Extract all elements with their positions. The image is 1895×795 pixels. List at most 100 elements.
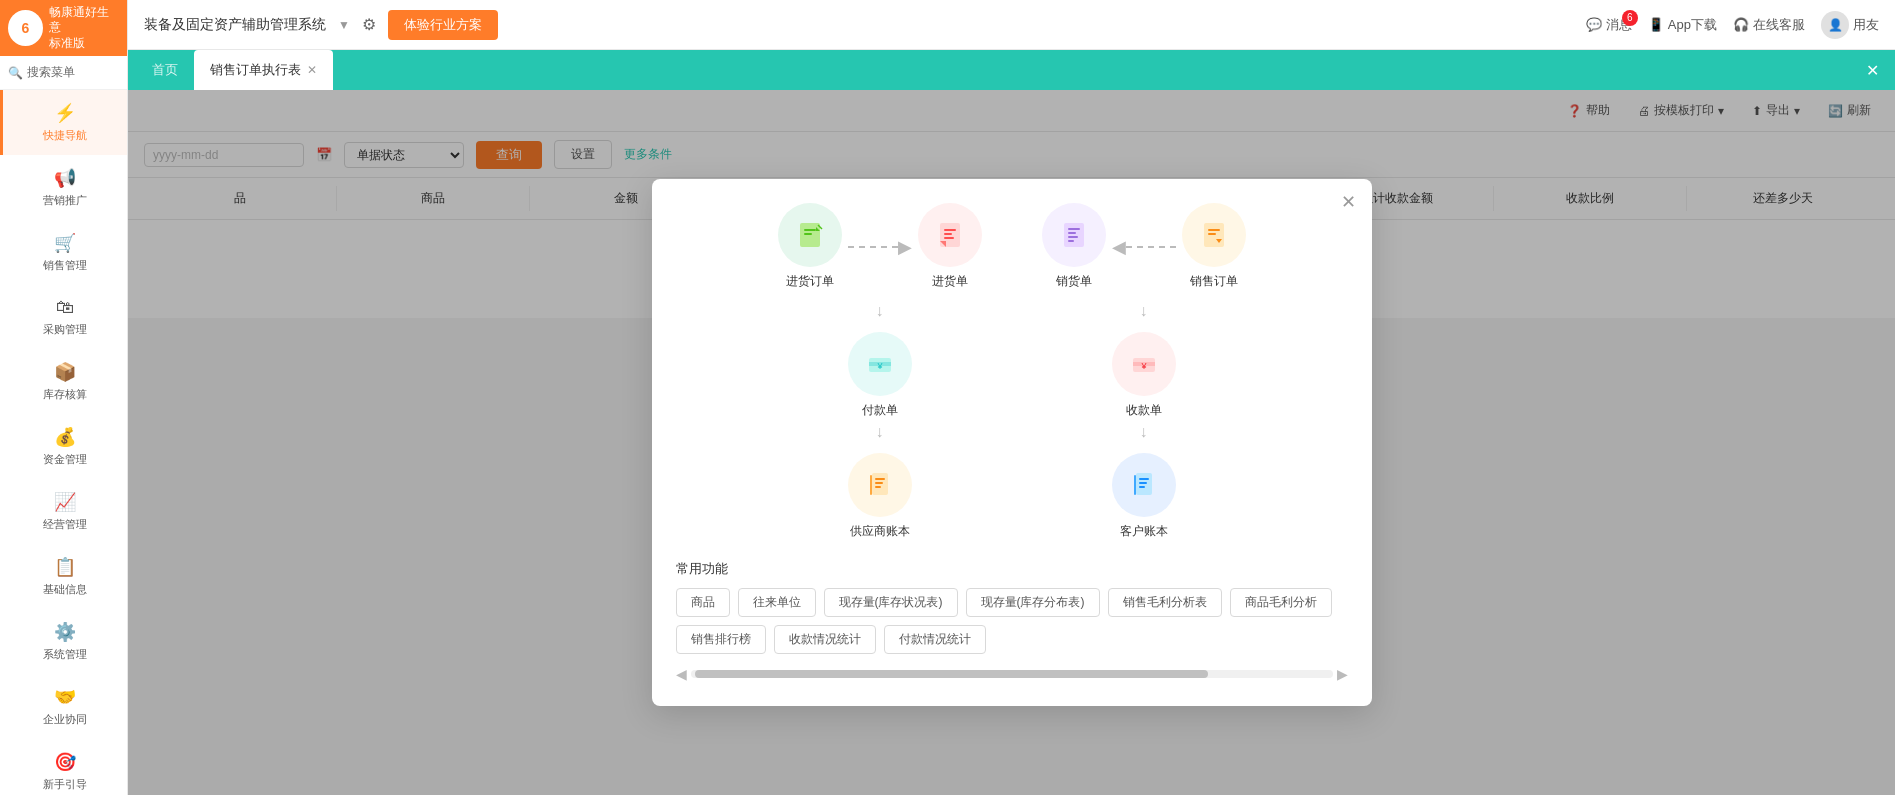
node-receipt[interactable]: ¥ 收款单 [1112,332,1176,419]
sidebar-logo: 6 畅康通好生意 标准版 [0,0,127,56]
modal-scrollbar: ◀ ▶ [676,666,1348,682]
purchase-order-label: 进货订单 [786,273,834,290]
svg-rect-18 [1068,236,1078,238]
avatar: 👤 [1821,11,1849,39]
func-btn-product[interactable]: 商品 [676,588,730,617]
sidebar-item-sales[interactable]: 🛒 销售管理 [0,220,127,285]
sidebar-item-system[interactable]: ⚙️ 系统管理 [0,609,127,674]
svg-rect-21 [1208,229,1220,231]
online-service-button[interactable]: 🎧 在线客服 [1733,16,1805,34]
user-profile[interactable]: 👤 用友 [1821,11,1879,39]
svg-rect-12 [875,482,883,484]
finance-icon: 💰 [54,426,76,448]
supplier-ledger-label: 供应商账本 [850,523,910,540]
func-btn-sales-rank[interactable]: 销售排行榜 [676,625,766,654]
sidebar-item-quicknav[interactable]: ⚡ 快捷导航 [0,90,127,155]
svg-rect-6 [944,237,954,239]
logo-text: 畅康通好生意 标准版 [49,5,119,52]
node-purchase-order[interactable]: 进货订单 [778,203,842,290]
sidebar-item-basicinfo[interactable]: 📋 基础信息 [0,544,127,609]
payment-circle: ¥ [848,332,912,396]
flow-row-top-right: 销货单 ◀ [1042,203,1246,290]
scroll-right-icon[interactable]: ▶ [1337,666,1348,682]
message-badge: 6 [1622,10,1638,26]
trial-button[interactable]: 体验行业方案 [388,10,498,40]
sales-icon: 🛒 [54,232,76,254]
svg-rect-13 [875,486,881,488]
modal-overlay[interactable]: ✕ [128,90,1895,795]
node-customer-ledger[interactable]: 客户账本 [1112,453,1176,540]
func-btn-product-profit[interactable]: 商品毛利分析 [1230,588,1332,617]
svg-rect-30 [1134,475,1136,495]
common-functions: 常用功能 商品 往来单位 现存量(库存状况表) 现存量(库存分布表) 销售毛利分… [676,560,1348,682]
sidebar-item-purchase[interactable]: 🛍 采购管理 [0,285,127,349]
search-menu-item[interactable]: 🔍 搜索菜单 [0,56,127,90]
top-bar: 装备及固定资产辅助管理系统 ▼ ⚙ 体验行业方案 💬 消息 6 📱 App下载 … [128,0,1895,50]
arrow-left-dashed: ◀ [1112,236,1176,258]
svg-text:¥: ¥ [876,361,883,371]
func-btn-payment-stats[interactable]: 付款情况统计 [884,625,986,654]
purchase-bill-label: 进货单 [932,273,968,290]
arrow-down-3: ↓ [1140,302,1148,320]
node-purchase-bill[interactable]: 进货单 [918,203,982,290]
content-area: ❓ 帮助 🖨 按模板打印 ▾ ⬆ 导出 ▾ 🔄 刷新 [128,90,1895,795]
scrollbar-thumb[interactable] [695,670,1209,678]
operations-icon: 📈 [54,491,76,513]
node-payment[interactable]: ¥ 付款单 [848,332,912,419]
node-supplier-ledger[interactable]: 供应商账本 [848,453,912,540]
node-sales-order[interactable]: 销售订单 [1182,203,1246,290]
dropdown-arrow[interactable]: ▼ [338,18,350,32]
tab-sales-order[interactable]: 销售订单执行表 ✕ [194,50,333,90]
receipt-circle: ¥ [1112,332,1176,396]
svg-rect-22 [1208,233,1216,235]
svg-rect-14 [870,475,872,495]
func-btn-stock-status[interactable]: 现存量(库存状况表) [824,588,958,617]
gear-icon[interactable]: ⚙ [362,15,376,34]
svg-rect-27 [1139,478,1149,480]
svg-rect-29 [1139,486,1145,488]
flow-modal: ✕ [652,179,1372,706]
tab-home[interactable]: 首页 [136,50,194,90]
sidebar-item-inventory[interactable]: 📦 库存核算 [0,349,127,414]
sales-bill-label: 销货单 [1056,273,1092,290]
top-bar-right: 💬 消息 6 📱 App下载 🎧 在线客服 👤 用友 [1586,11,1879,39]
func-btn-contacts[interactable]: 往来单位 [738,588,816,617]
arrow-down-4: ↓ [1140,423,1148,441]
logo-icon: 6 [8,10,43,46]
svg-rect-28 [1139,482,1147,484]
app-download-button[interactable]: 📱 App下载 [1648,16,1717,34]
svg-rect-1 [804,229,816,231]
func-btn-stock-dist[interactable]: 现存量(库存分布表) [966,588,1100,617]
sidebar-item-marketing[interactable]: 📢 营销推广 [0,155,127,220]
purchase-icon: 🛍 [56,297,74,318]
marketing-icon: 📢 [54,167,76,189]
node-sales-bill[interactable]: 销货单 [1042,203,1106,290]
tab-bar-close-icon[interactable]: ✕ [1858,61,1887,80]
scroll-left-icon[interactable]: ◀ [676,666,687,682]
system-icon: ⚙️ [54,621,76,643]
func-btn-sales-profit[interactable]: 销售毛利分析表 [1108,588,1222,617]
receipt-label: 收款单 [1126,402,1162,419]
svg-rect-19 [1068,240,1074,242]
customer-ledger-circle [1112,453,1176,517]
sidebar-item-collab[interactable]: 🤝 企业协同 [0,674,127,739]
sales-bill-circle [1042,203,1106,267]
flow-col-down-left: ↓ ¥ 付款单 [848,298,912,540]
svg-rect-15 [1064,223,1084,247]
tab-bar: 首页 销售订单执行表 ✕ ✕ [128,50,1895,90]
quicknav-icon: ⚡ [54,102,76,124]
sidebar-item-operations[interactable]: 📈 经营管理 [0,479,127,544]
download-icon: 📱 [1648,17,1664,32]
func-btn-receipt-stats[interactable]: 收款情况统计 [774,625,876,654]
sidebar-item-newbie[interactable]: 🎯 新手引导 [0,739,127,795]
scrollbar-track[interactable] [691,670,1333,678]
svg-rect-17 [1068,232,1076,234]
message-button[interactable]: 💬 消息 6 [1586,16,1632,34]
arrow-down-2: ↓ [876,423,884,441]
svg-rect-4 [944,229,956,231]
inventory-icon: 📦 [54,361,76,383]
modal-close-icon[interactable]: ✕ [1341,191,1356,213]
sidebar-item-finance[interactable]: 💰 资金管理 [0,414,127,479]
tab-close-icon[interactable]: ✕ [307,63,317,77]
newbie-icon: 🎯 [54,751,76,773]
